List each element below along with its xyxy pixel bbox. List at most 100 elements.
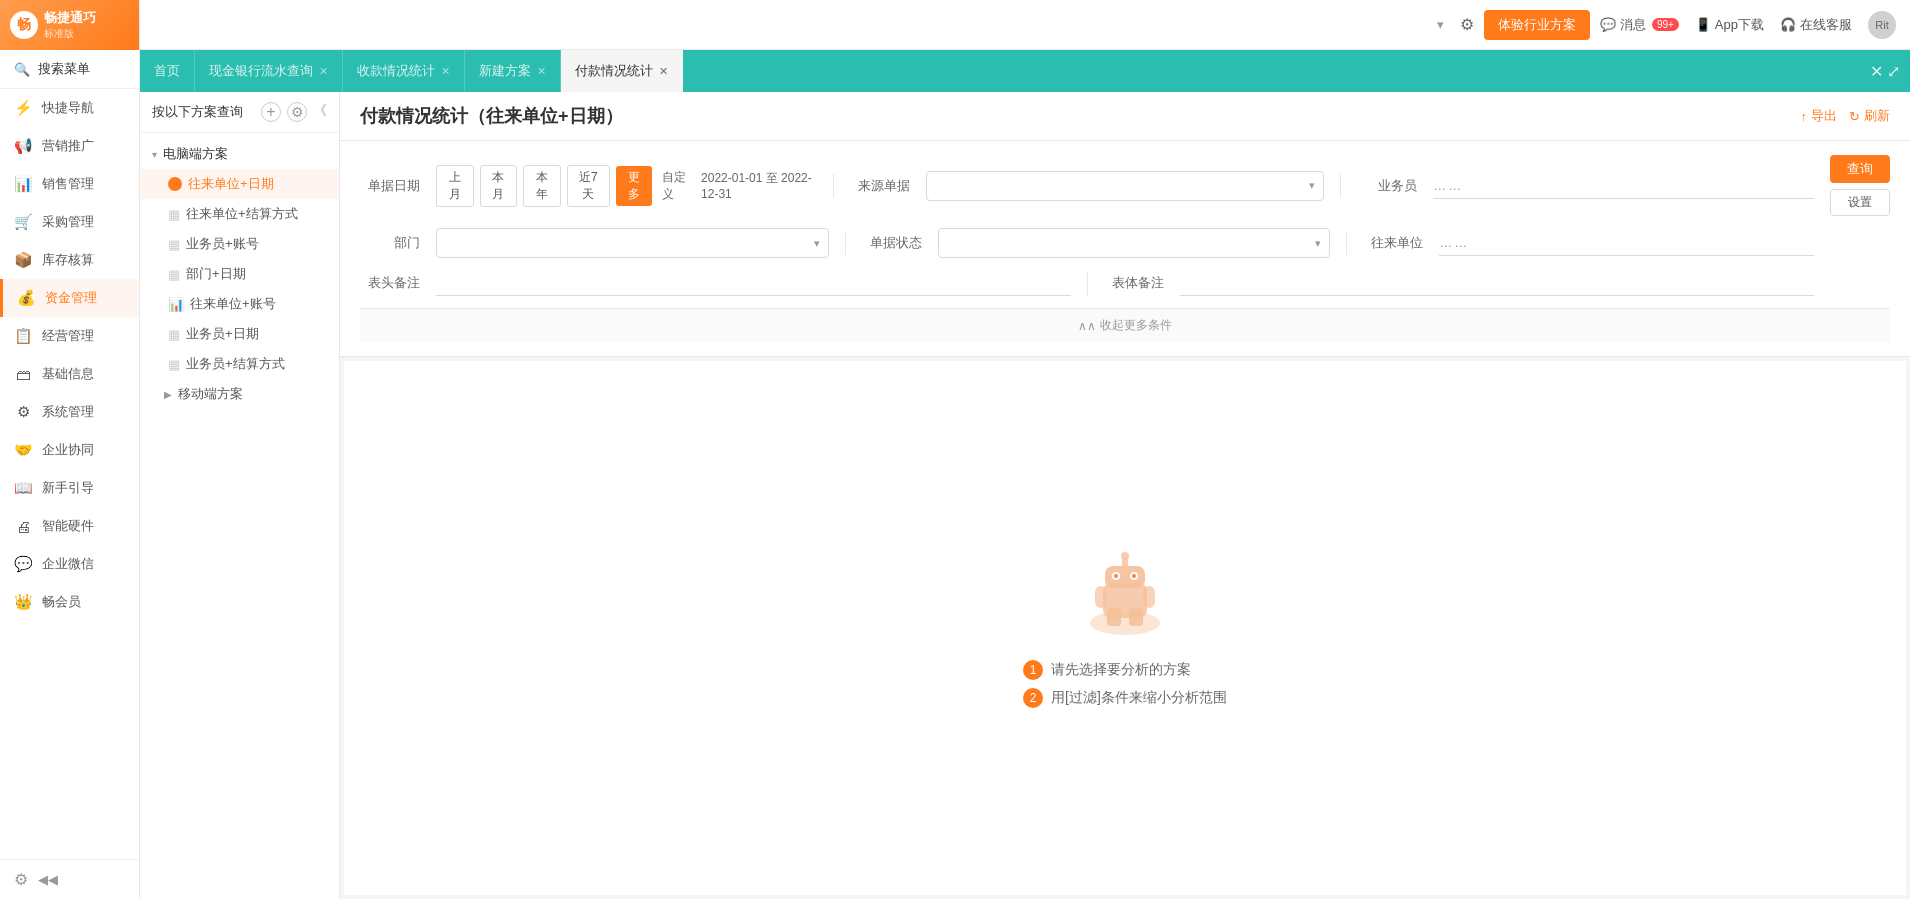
scheme-table4-icon: ▦ bbox=[168, 327, 180, 342]
scheme-header: 按以下方案查询 + ⚙ 《 bbox=[140, 92, 339, 133]
topbar-chevron-icon[interactable]: ▾ bbox=[1437, 17, 1444, 32]
trial-industry-button[interactable]: 体验行业方案 bbox=[1484, 10, 1590, 40]
sidebar-header: 畅 畅捷通巧 标准版 bbox=[0, 0, 139, 50]
sidebar-item-marketing[interactable]: 📢 营销推广 bbox=[0, 127, 139, 165]
online-service-action[interactable]: 🎧 在线客服 bbox=[1780, 16, 1852, 34]
tab-new-scheme-close[interactable]: ✕ bbox=[537, 65, 546, 78]
scheme-item-active-icon bbox=[168, 177, 182, 191]
body-remark-input[interactable] bbox=[1180, 270, 1815, 296]
sidebar-item-basic[interactable]: 🗃 基础信息 bbox=[0, 355, 139, 393]
sidebar-item-label: 智能硬件 bbox=[42, 517, 94, 535]
date-this-month-btn[interactable]: 本月 bbox=[480, 165, 518, 207]
sidebar-item-coop[interactable]: 🤝 企业协同 bbox=[0, 431, 139, 469]
collapse-filter-button[interactable]: ∧∧ 收起更多条件 bbox=[360, 308, 1890, 342]
tab-new-scheme-label: 新建方案 bbox=[479, 62, 531, 80]
marketing-icon: 📢 bbox=[14, 137, 32, 155]
tab-new-scheme[interactable]: 新建方案 ✕ bbox=[465, 50, 561, 92]
dept-label: 部门 bbox=[360, 234, 420, 252]
app-download-action[interactable]: 📱 App下载 bbox=[1695, 16, 1764, 34]
sidebar-item-quick-nav[interactable]: ⚡ 快捷导航 bbox=[0, 89, 139, 127]
coop-icon: 🤝 bbox=[14, 441, 32, 459]
tab-home[interactable]: 首页 bbox=[140, 50, 195, 92]
date-this-year-btn[interactable]: 本年 bbox=[523, 165, 561, 207]
sidebar-item-member[interactable]: 👑 畅会员 bbox=[0, 583, 139, 621]
tab-close-all-icon[interactable]: ✕ bbox=[1870, 62, 1883, 81]
export-icon: ↑ bbox=[1801, 109, 1808, 124]
empty-hints: 1 请先选择要分析的方案 2 用[过滤]条件来缩小分析范围 bbox=[1023, 660, 1227, 708]
sidebar-item-guide[interactable]: 📖 新手引导 bbox=[0, 469, 139, 507]
hint-text-1: 请先选择要分析的方案 bbox=[1051, 661, 1191, 679]
sidebar-item-sales[interactable]: 📊 销售管理 bbox=[0, 165, 139, 203]
topbar-settings-icon[interactable]: ⚙ bbox=[1460, 15, 1474, 34]
date-more-btn[interactable]: 更多 bbox=[616, 166, 652, 206]
logo-sub: 标准版 bbox=[44, 27, 96, 41]
doc-status-label: 单据状态 bbox=[862, 234, 922, 252]
sidebar-item-hardware[interactable]: 🖨 智能硬件 bbox=[0, 507, 139, 545]
scheme-item-label: 往来单位+日期 bbox=[188, 175, 274, 193]
scheme-settings-icon[interactable]: ⚙ bbox=[287, 102, 307, 122]
settings-small-button[interactable]: 设置 bbox=[1830, 189, 1890, 216]
scheme-item-counterpart-settlement[interactable]: ▦ 往来单位+结算方式 bbox=[140, 199, 339, 229]
sidebar-item-system[interactable]: ⚙ 系统管理 bbox=[0, 393, 139, 431]
tab-bank-flow[interactable]: 现金银行流水查询 ✕ bbox=[195, 50, 343, 92]
scheme-item-label: 业务员+日期 bbox=[186, 325, 259, 343]
source-doc-arrow: ▾ bbox=[1309, 179, 1315, 192]
staff-input[interactable]: …… bbox=[1433, 173, 1814, 199]
scheme-add-icon[interactable]: + bbox=[261, 102, 281, 122]
sidebar-item-capital[interactable]: 💰 资金管理 bbox=[0, 279, 139, 317]
counterpart-input[interactable]: …… bbox=[1439, 230, 1814, 256]
sidebar-item-label: 基础信息 bbox=[42, 365, 94, 383]
collapse-sidebar-icon[interactable]: ◀◀ bbox=[38, 872, 58, 887]
scheme-item-counterpart-date[interactable]: 往来单位+日期 bbox=[140, 169, 339, 199]
source-doc-select[interactable]: ▾ bbox=[926, 171, 1325, 201]
scheme-desktop-group[interactable]: ▾ 电脑端方案 bbox=[140, 139, 339, 169]
search-menu[interactable]: 🔍 搜索菜单 bbox=[0, 50, 139, 89]
sidebar-item-inventory[interactable]: 📦 库存核算 bbox=[0, 241, 139, 279]
sidebar-item-purchase[interactable]: 🛒 采购管理 bbox=[0, 203, 139, 241]
scheme-item-staff-settlement[interactable]: ▦ 业务员+结算方式 bbox=[140, 349, 339, 379]
sidebar-item-operation[interactable]: 📋 经营管理 bbox=[0, 317, 139, 355]
tab-receipt-stats-close[interactable]: ✕ bbox=[441, 65, 450, 78]
query-button[interactable]: 查询 bbox=[1830, 155, 1890, 183]
tab-payment-stats[interactable]: 付款情况统计 ✕ bbox=[561, 50, 683, 92]
scheme-mobile-group[interactable]: ▶ 移动端方案 bbox=[140, 379, 339, 409]
header-remark-input[interactable] bbox=[436, 270, 1071, 296]
tab-receipt-stats[interactable]: 收款情况统计 ✕ bbox=[343, 50, 465, 92]
messages-action[interactable]: 💬 消息 99+ bbox=[1600, 16, 1679, 34]
main-area: ▾ ⚙ 体验行业方案 💬 消息 99+ 📱 App下载 🎧 在线客服 Rit bbox=[140, 0, 1910, 899]
capital-icon: 💰 bbox=[17, 289, 35, 307]
tab-payment-stats-close[interactable]: ✕ bbox=[659, 65, 668, 78]
scheme-item-dept-date[interactable]: ▦ 部门+日期 bbox=[140, 259, 339, 289]
gear-footer-icon[interactable]: ⚙ bbox=[14, 870, 28, 889]
scheme-item-staff-date[interactable]: ▦ 业务员+日期 bbox=[140, 319, 339, 349]
quick-nav-icon: ⚡ bbox=[14, 99, 32, 117]
tab-fullscreen-icon[interactable]: ⤢ bbox=[1887, 62, 1900, 81]
right-panel: 付款情况统计（往来单位+日期） ↑ 导出 ↻ 刷新 单据日期 bbox=[340, 92, 1910, 899]
page-title-bar: 付款情况统计（往来单位+日期） ↑ 导出 ↻ 刷新 bbox=[340, 92, 1910, 141]
counterpart-label: 往来单位 bbox=[1363, 234, 1423, 252]
sidebar-item-label: 系统管理 bbox=[42, 403, 94, 421]
row2-separator2 bbox=[1346, 231, 1347, 255]
row1-separator2 bbox=[1340, 174, 1341, 198]
logo-text: 畅捷通巧 bbox=[44, 9, 96, 27]
svg-point-12 bbox=[1121, 552, 1129, 560]
content-area: 按以下方案查询 + ⚙ 《 ▾ 电脑端方案 往来单位+日期 ▦ bbox=[140, 92, 1910, 899]
basic-icon: 🗃 bbox=[14, 365, 32, 383]
export-button[interactable]: ↑ 导出 bbox=[1801, 107, 1838, 125]
staff-dots: …… bbox=[1433, 178, 1473, 193]
collapse-chevron-icon: ∧∧ bbox=[1078, 319, 1096, 333]
doc-status-select[interactable]: ▾ bbox=[938, 228, 1331, 258]
dept-select[interactable]: ▾ bbox=[436, 228, 829, 258]
refresh-button[interactable]: ↻ 刷新 bbox=[1849, 107, 1890, 125]
tab-bank-flow-close[interactable]: ✕ bbox=[319, 65, 328, 78]
date-last-month-btn[interactable]: 上月 bbox=[436, 165, 474, 207]
avatar[interactable]: Rit bbox=[1868, 11, 1896, 39]
search-label: 搜索菜单 bbox=[38, 60, 90, 78]
sidebar-item-wechat[interactable]: 💬 企业微信 bbox=[0, 545, 139, 583]
hint-num-2: 2 bbox=[1023, 688, 1043, 708]
scheme-collapse-icon[interactable]: 《 bbox=[313, 102, 327, 122]
scheme-item-counterpart-account[interactable]: 📊 往来单位+账号 bbox=[140, 289, 339, 319]
date-7days-btn[interactable]: 近7天 bbox=[567, 165, 610, 207]
scheme-item-staff-account[interactable]: ▦ 业务员+账号 bbox=[140, 229, 339, 259]
purchase-icon: 🛒 bbox=[14, 213, 32, 231]
